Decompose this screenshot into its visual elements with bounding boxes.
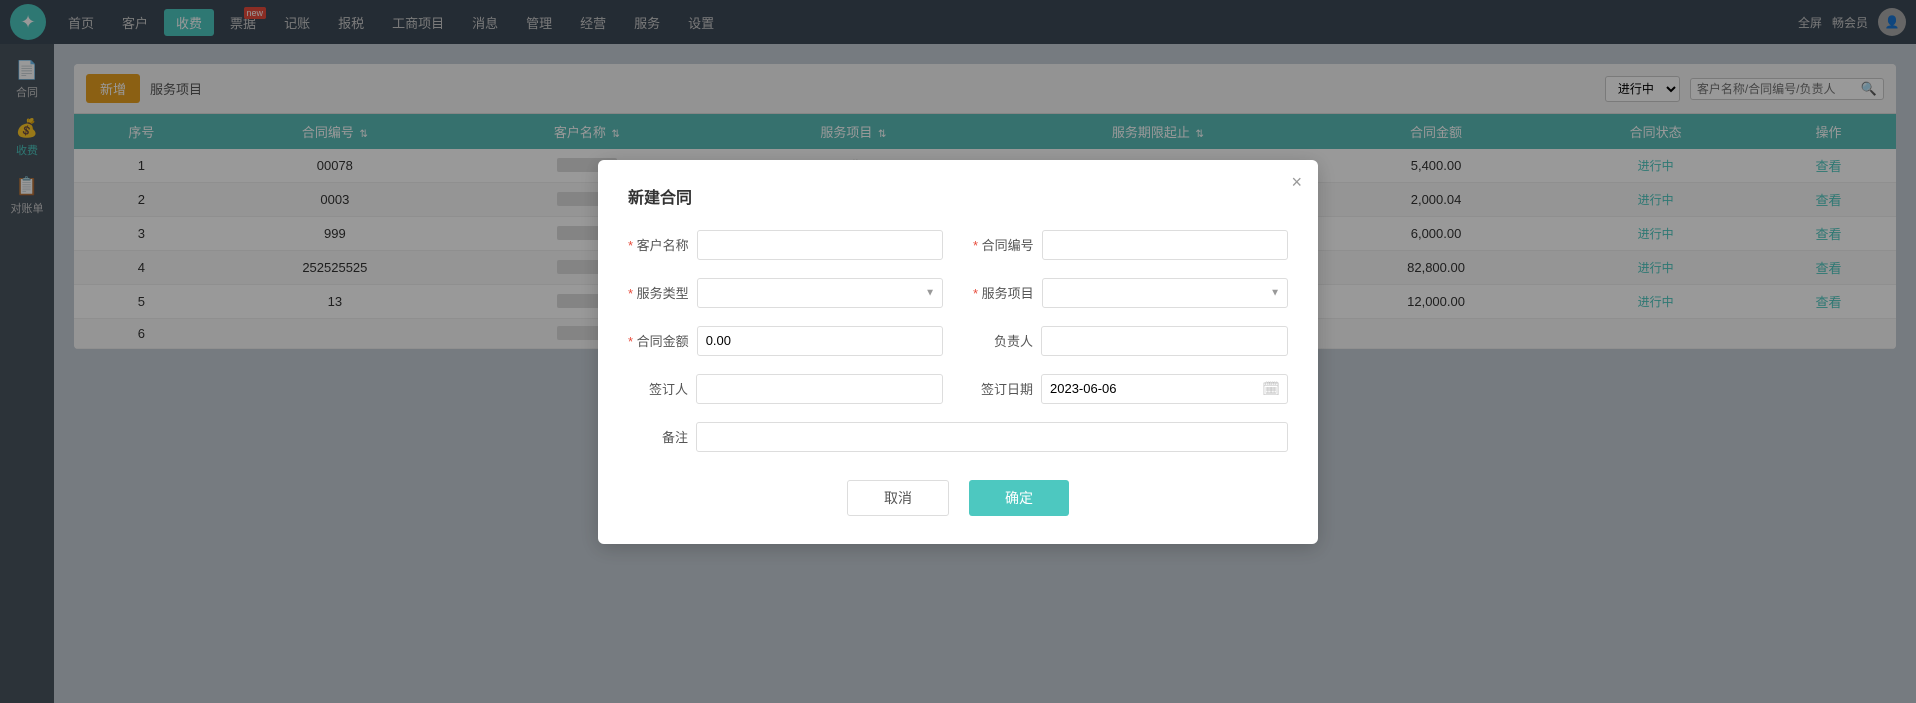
confirm-button[interactable]: 确定	[969, 480, 1069, 516]
contract-no-input[interactable]	[1042, 230, 1288, 260]
responsible-input[interactable]	[1041, 326, 1288, 356]
customer-name-input[interactable]	[697, 230, 943, 260]
form-group-remark: 备注	[628, 422, 1288, 452]
modal-close-button[interactable]: ×	[1291, 172, 1302, 193]
service-type-select-wrap	[697, 278, 943, 308]
form-group-service-item: 服务项目	[973, 278, 1288, 308]
signer-input[interactable]	[696, 374, 943, 404]
form-group-contract-no: 合同编号	[973, 230, 1288, 260]
contract-amount-input[interactable]	[697, 326, 943, 356]
responsible-label: 负责人	[973, 331, 1033, 350]
service-item-label: 服务项目	[973, 283, 1034, 302]
remark-label: 备注	[628, 427, 688, 446]
modal-footer: 取消 确定	[628, 480, 1288, 516]
sign-date-label: 签订日期	[973, 379, 1033, 398]
form-row-2: 服务类型 服务项目	[628, 278, 1288, 308]
form-group-service-type: 服务类型	[628, 278, 943, 308]
form-group-signer: 签订人	[628, 374, 943, 404]
form-row-3: 合同金额 负责人	[628, 326, 1288, 356]
contract-no-label: 合同编号	[973, 235, 1034, 254]
form-row-1: 客户名称 合同编号	[628, 230, 1288, 260]
sign-date-wrap: 🗓	[1041, 374, 1288, 404]
form-group-amount: 合同金额	[628, 326, 943, 356]
sign-date-input[interactable]	[1041, 374, 1288, 404]
service-type-label: 服务类型	[628, 283, 689, 302]
service-type-select[interactable]	[697, 278, 943, 308]
remark-input[interactable]	[696, 422, 1288, 452]
signer-label: 签订人	[628, 379, 688, 398]
cancel-button[interactable]: 取消	[847, 480, 949, 516]
form-group-responsible: 负责人	[973, 326, 1288, 356]
form-group-sign-date: 签订日期 🗓	[973, 374, 1288, 404]
contract-amount-label: 合同金额	[628, 331, 689, 350]
customer-name-label: 客户名称	[628, 235, 689, 254]
modal-overlay: × 新建合同 客户名称 合同编号 服务类型 服务项目	[0, 0, 1916, 703]
form-row-4: 签订人 签订日期 🗓	[628, 374, 1288, 404]
service-item-select-wrap	[1042, 278, 1288, 308]
form-row-5: 备注	[628, 422, 1288, 452]
service-item-select[interactable]	[1042, 278, 1288, 308]
new-contract-modal: × 新建合同 客户名称 合同编号 服务类型 服务项目	[598, 160, 1318, 544]
modal-title: 新建合同	[628, 184, 1288, 208]
form-group-customer: 客户名称	[628, 230, 943, 260]
calendar-icon[interactable]: 🗓	[1262, 380, 1280, 397]
